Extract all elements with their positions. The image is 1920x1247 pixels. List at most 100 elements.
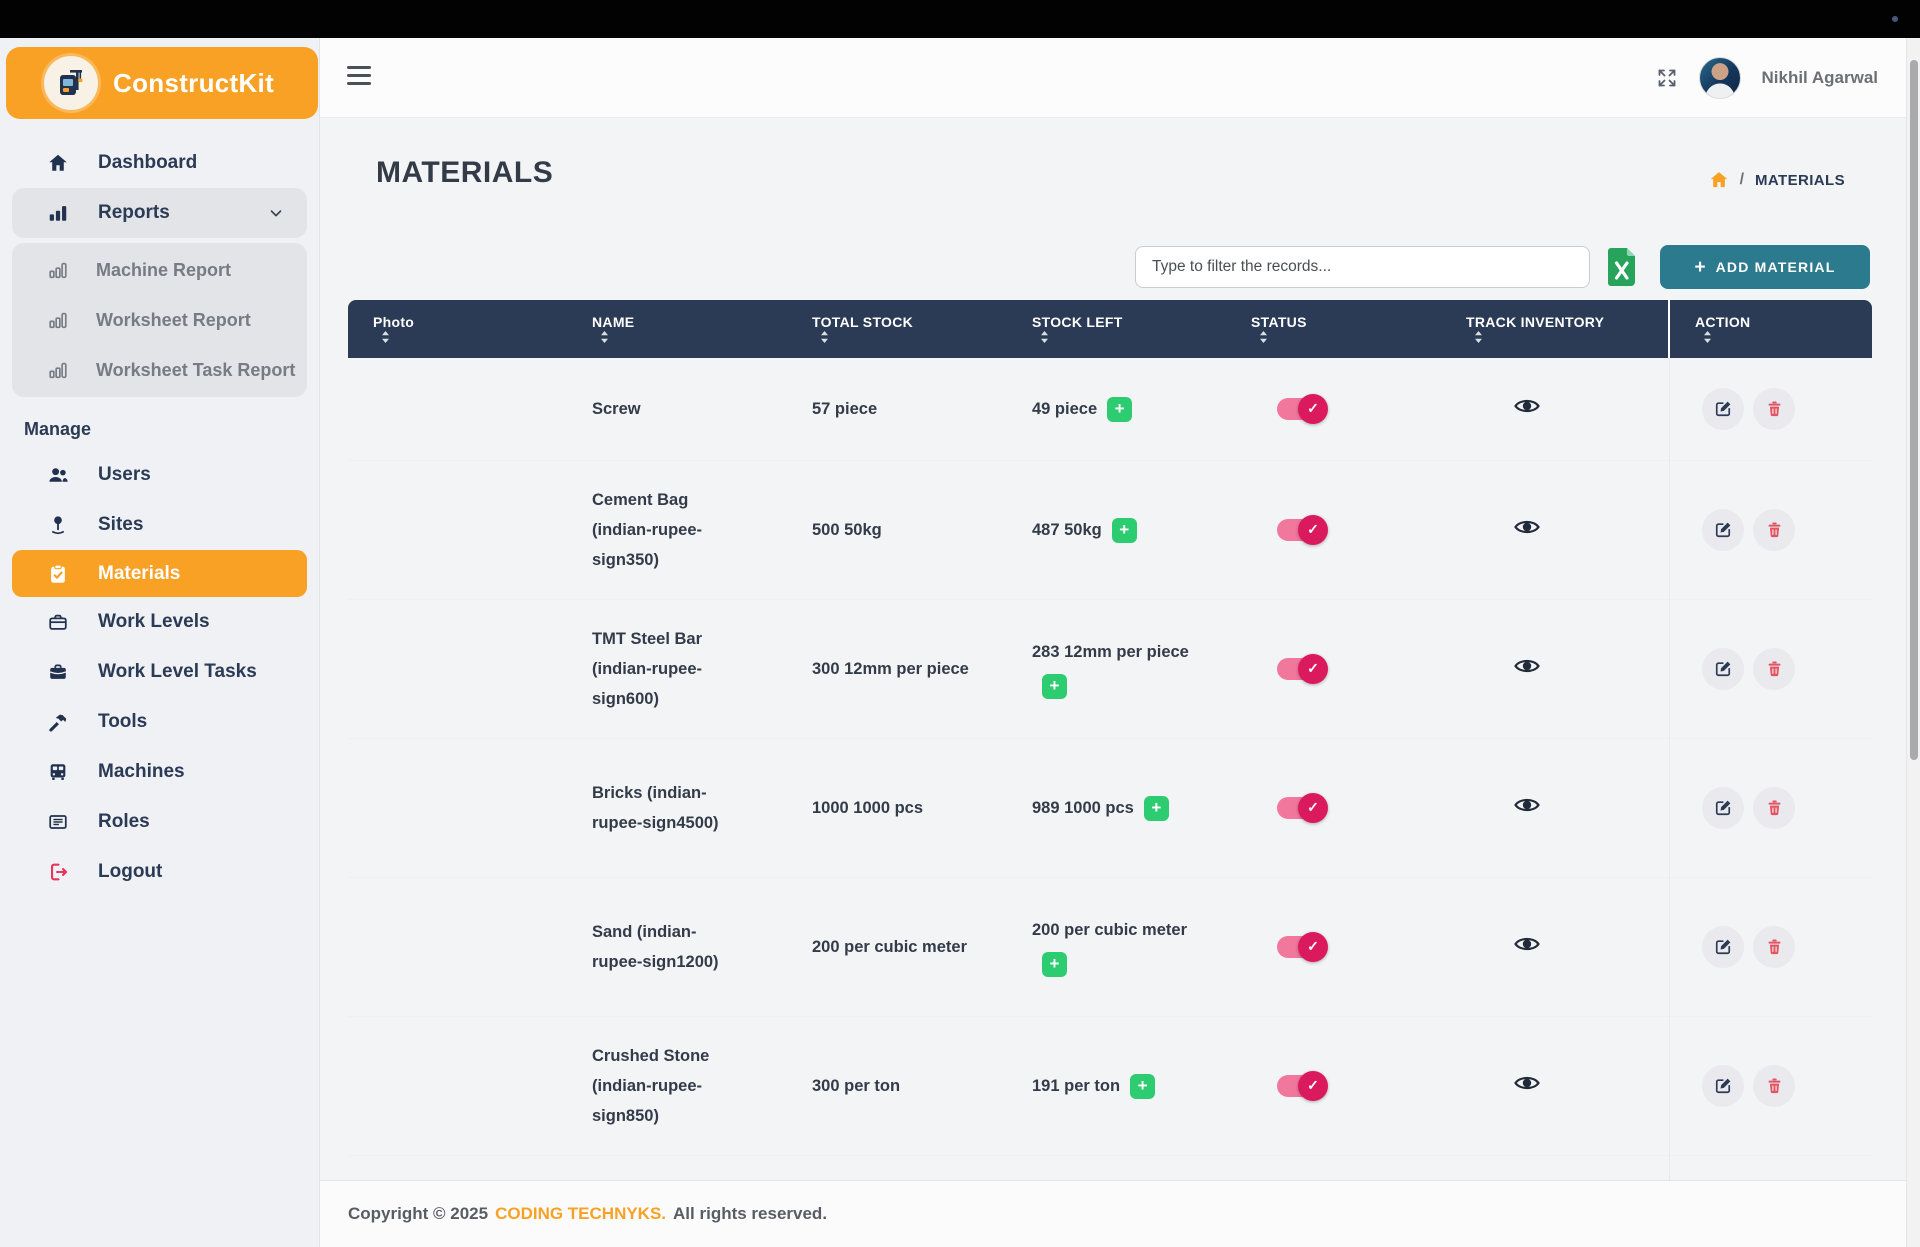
sidebar-item-dashboard[interactable]: Dashboard: [0, 138, 319, 188]
clipboard-icon: [45, 563, 71, 585]
sidebar-item-worksheet-task-report[interactable]: Worksheet Task Report: [12, 345, 307, 395]
add-stock-button[interactable]: +: [1107, 396, 1133, 422]
sidebar-item-machine-report[interactable]: Machine Report: [12, 245, 307, 295]
sidebar-item-logout[interactable]: Logout: [0, 847, 319, 897]
sidebar-nav: Dashboard Reports Machine Report Workshe…: [0, 138, 319, 897]
eye-icon[interactable]: [1514, 796, 1540, 814]
edit-button[interactable]: [1701, 647, 1744, 690]
stock-left: 191 per ton: [1032, 1076, 1121, 1095]
status-toggle[interactable]: ✓: [1277, 653, 1328, 684]
eye-icon[interactable]: [1514, 1074, 1540, 1092]
sidebar-item-label: Reports: [98, 202, 170, 223]
users-icon: [45, 464, 71, 487]
material-name: Screw: [592, 399, 641, 418]
delete-button[interactable]: [1753, 508, 1796, 551]
add-material-button[interactable]: + ADD MATERIAL: [1660, 245, 1870, 289]
col-total-stock[interactable]: TOTAL STOCK: [787, 300, 1007, 358]
col-status[interactable]: STATUS: [1226, 300, 1441, 358]
add-stock-button[interactable]: +: [1111, 517, 1137, 543]
sidebar-item-label: Sites: [98, 514, 144, 535]
sidebar-item-label: Logout: [98, 861, 163, 882]
briefcase-icon: [45, 661, 71, 683]
reports-submenu: Machine Report Worksheet Report Workshee…: [12, 243, 307, 397]
footer-brand-link[interactable]: CODING TECHNYKS.: [495, 1204, 666, 1224]
material-name: Cement Bag (indian-rupee-sign350): [592, 490, 702, 569]
delete-button[interactable]: [1753, 925, 1796, 968]
photo-cell: [348, 358, 567, 461]
edit-button[interactable]: [1701, 508, 1744, 551]
check-icon: ✓: [1298, 792, 1328, 823]
materials-table: Photo NAME TOTAL STOCK STOCK LEFT STATUS…: [348, 300, 1872, 1180]
sidebar: ConstructKit Dashboard Reports Machine R…: [0, 38, 320, 1247]
scrollbar-thumb[interactable]: [1910, 60, 1918, 760]
sidebar-item-materials[interactable]: Materials: [12, 550, 307, 597]
export-excel-button[interactable]: [1608, 248, 1638, 286]
table-header-row: Photo NAME TOTAL STOCK STOCK LEFT STATUS…: [348, 300, 1872, 358]
sidebar-item-label: Users: [98, 464, 151, 485]
menu-toggle-button[interactable]: [347, 66, 371, 85]
check-icon: ✓: [1298, 1070, 1328, 1101]
col-name[interactable]: NAME: [567, 300, 787, 358]
sidebar-item-users[interactable]: Users: [0, 450, 319, 500]
sidebar-item-tools[interactable]: Tools: [0, 697, 319, 747]
edit-button[interactable]: [1701, 786, 1744, 829]
delete-button[interactable]: [1753, 647, 1796, 690]
add-stock-button[interactable]: +: [1130, 1073, 1156, 1099]
user-name: Nikhil Agarwal: [1761, 68, 1878, 87]
sidebar-item-worksheet-report[interactable]: Worksheet Report: [12, 295, 307, 345]
sidebar-item-roles[interactable]: Roles: [0, 797, 319, 847]
breadcrumb-separator: /: [1739, 171, 1745, 188]
fullscreen-icon[interactable]: [1655, 66, 1679, 90]
eye-icon[interactable]: [1514, 657, 1540, 675]
breadcrumb-home-icon[interactable]: [1709, 170, 1729, 190]
status-toggle[interactable]: ✓: [1277, 393, 1328, 424]
system-top-bar: [0, 0, 1920, 38]
table-row: Sand (indian-rupee-sign1200) 200 per cub…: [348, 877, 1872, 1017]
sidebar-item-label: Materials: [98, 562, 181, 584]
brand-logo[interactable]: ConstructKit: [6, 47, 318, 119]
col-track-inventory[interactable]: TRACK INVENTORY: [1441, 300, 1669, 358]
col-action[interactable]: ACTION: [1668, 300, 1872, 358]
col-photo[interactable]: Photo: [348, 300, 567, 358]
edit-button[interactable]: [1701, 925, 1744, 968]
brand-name: ConstructKit: [113, 67, 275, 98]
sidebar-item-machines[interactable]: Machines: [0, 747, 319, 797]
chart-outline-icon: [45, 309, 71, 331]
sidebar-item-label: Machine Report: [96, 259, 232, 280]
total-stock: 57 piece: [812, 399, 878, 418]
status-toggle[interactable]: ✓: [1277, 514, 1328, 545]
add-stock-button[interactable]: +: [1143, 795, 1169, 821]
status-toggle[interactable]: ✓: [1277, 931, 1328, 962]
delete-button[interactable]: [1753, 786, 1796, 829]
user-avatar[interactable]: [1699, 57, 1742, 99]
eye-icon[interactable]: [1514, 397, 1540, 415]
edit-button[interactable]: [1701, 1064, 1744, 1107]
breadcrumb: / MATERIALS: [1709, 170, 1845, 190]
eye-icon[interactable]: [1514, 935, 1540, 953]
table-row: Concrete Blocks: [348, 1155, 1872, 1180]
material-name: Crushed Stone (indian-rupee-sign850): [592, 1046, 710, 1125]
sidebar-item-sites[interactable]: Sites: [0, 500, 319, 550]
eye-icon[interactable]: [1514, 518, 1540, 536]
add-stock-button[interactable]: +: [1042, 673, 1067, 699]
status-toggle[interactable]: ✓: [1277, 1070, 1328, 1101]
delete-button[interactable]: [1753, 387, 1796, 430]
check-icon: ✓: [1298, 931, 1328, 962]
screen: ConstructKit Dashboard Reports Machine R…: [0, 0, 1920, 1247]
sidebar-item-reports[interactable]: Reports: [12, 188, 307, 238]
add-stock-button[interactable]: +: [1042, 951, 1067, 977]
sidebar-item-work-levels[interactable]: Work Levels: [0, 597, 319, 647]
edit-button[interactable]: [1701, 387, 1744, 430]
home-icon: [45, 152, 71, 174]
delete-button[interactable]: [1753, 1064, 1796, 1107]
photo-cell: [348, 1016, 567, 1156]
vertical-scrollbar[interactable]: [1906, 38, 1920, 1247]
total-stock: 500 50kg: [812, 520, 882, 539]
sidebar-item-work-level-tasks[interactable]: Work Level Tasks: [0, 647, 319, 697]
sidebar-item-label: Dashboard: [98, 152, 198, 173]
status-toggle[interactable]: ✓: [1277, 792, 1328, 823]
chart-outline-icon: [45, 259, 71, 281]
col-stock-left[interactable]: STOCK LEFT: [1007, 300, 1226, 358]
filter-records-input[interactable]: [1135, 246, 1590, 288]
material-name: TMT Steel Bar (indian-rupee-sign600): [592, 629, 703, 708]
